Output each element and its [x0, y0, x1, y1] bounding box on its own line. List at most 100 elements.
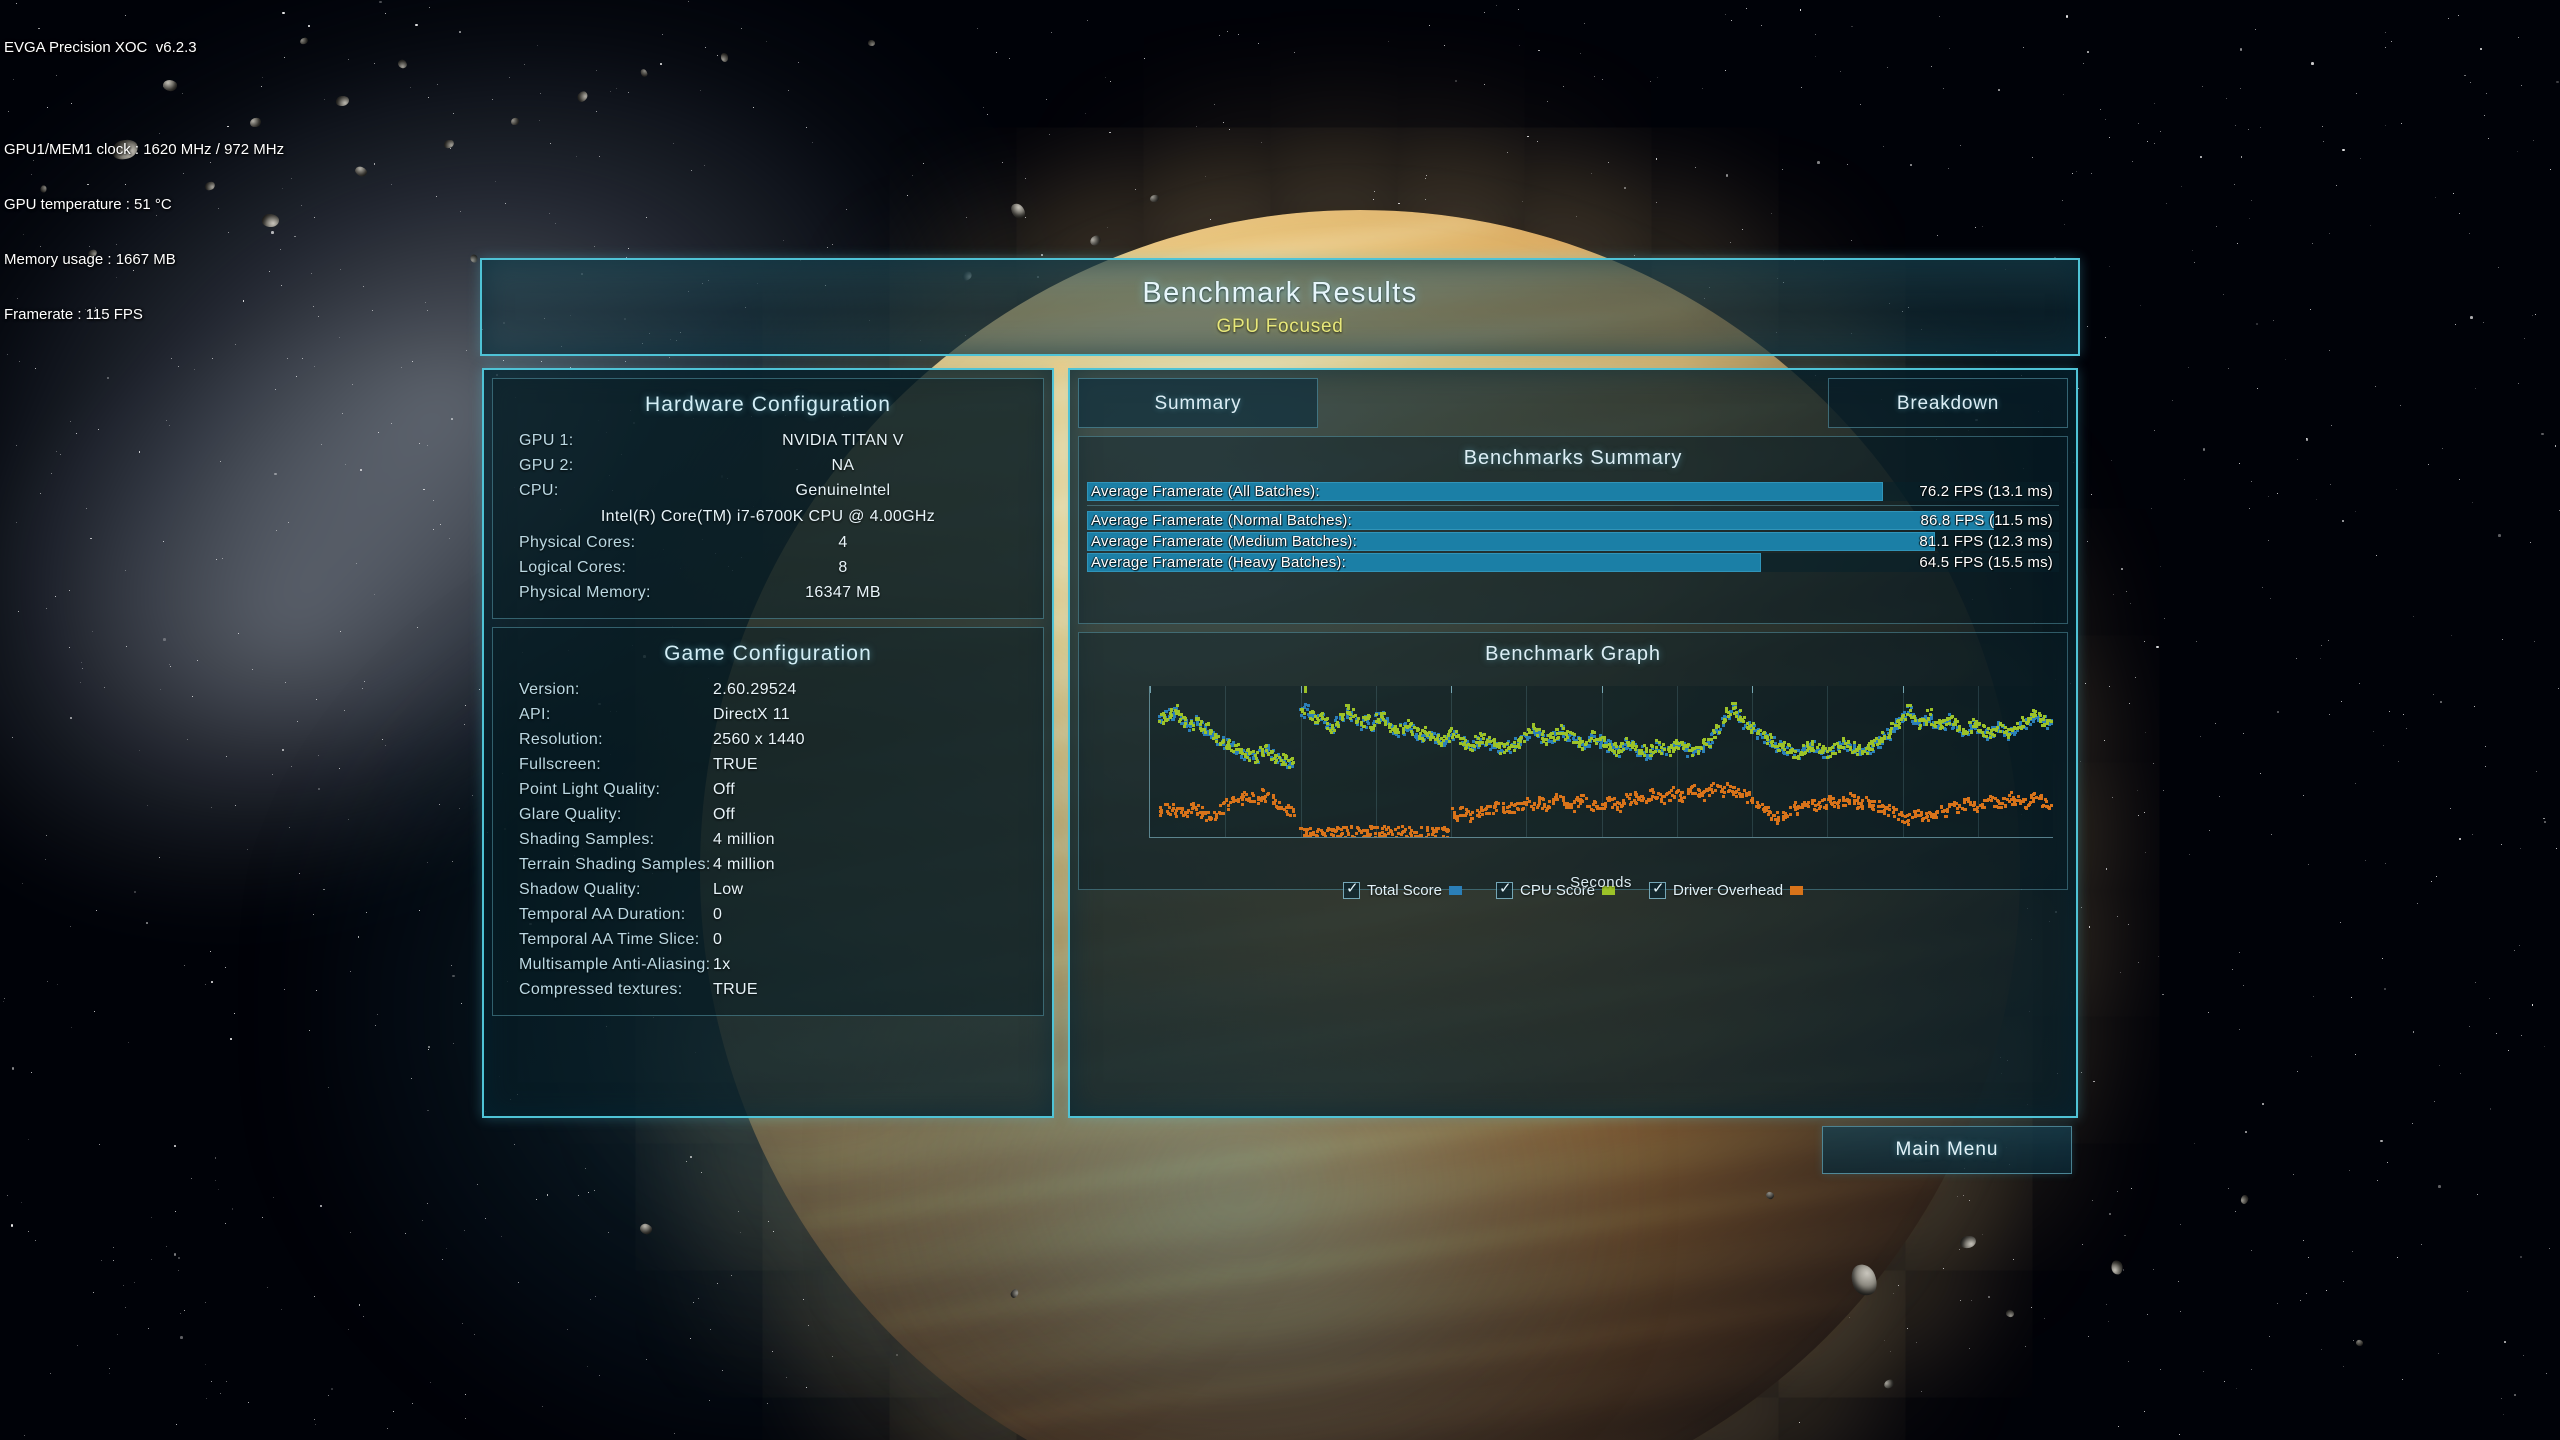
data-point: [1200, 815, 1204, 819]
data-point: [1344, 704, 1348, 708]
hardware-configuration-title: Hardware Configuration: [645, 393, 891, 416]
data-point: [1673, 795, 1677, 799]
data-point: [1545, 809, 1549, 813]
data-point: [1810, 743, 1814, 746]
data-point: [1248, 758, 1252, 762]
data-point: [1206, 810, 1210, 814]
tab-breakdown[interactable]: Breakdown: [1828, 378, 2068, 428]
data-point: [1393, 724, 1397, 728]
data-point: [1461, 806, 1465, 810]
data-point: [1810, 798, 1814, 802]
checkbox-cpu-score[interactable]: [1495, 880, 1513, 899]
data-point: [1806, 801, 1810, 805]
data-point: [1373, 836, 1377, 837]
gridline: [1752, 686, 1753, 837]
osd-memory-usage: Memory usage : 1667 MB: [4, 250, 176, 268]
data-point: [1962, 801, 1966, 805]
data-point: [1757, 729, 1761, 733]
data-point: [1817, 807, 1821, 811]
data-point: [1951, 726, 1955, 730]
data-point: [1221, 812, 1225, 816]
data-point: [1682, 795, 1686, 799]
data-point: [1479, 805, 1483, 809]
data-point: [1718, 731, 1722, 734]
data-point: [2003, 726, 2007, 730]
data-point: [1360, 727, 1364, 731]
data-point: [1908, 704, 1912, 708]
bar-label: Average Framerate (Heavy Batches):: [1091, 554, 1346, 571]
tab-summary[interactable]: Summary: [1078, 378, 1318, 428]
data-point: [1789, 813, 1793, 817]
data-point: [1721, 795, 1725, 799]
data-point: [1502, 809, 1506, 813]
data-point: [1741, 719, 1745, 723]
config-value: 2560 x 1440: [713, 731, 805, 748]
data-point: [2004, 804, 2008, 808]
data-point: [1257, 801, 1261, 805]
data-point: [1605, 744, 1608, 747]
data-point: [1564, 737, 1568, 741]
data-point: [1380, 827, 1384, 831]
main-menu-button[interactable]: Main Menu: [1822, 1126, 2072, 1174]
data-point: [1404, 724, 1408, 728]
data-point: [1253, 799, 1257, 803]
data-point: [1519, 740, 1523, 744]
data-point: [1164, 802, 1168, 806]
data-point: [1836, 804, 1840, 808]
hardware-rows: GPU 1: NVIDIA TITAN V GPU 2: NA CPU: GenuineI…: [493, 429, 1043, 504]
data-point: [1361, 724, 1365, 728]
data-point: [1841, 745, 1845, 749]
data-point: [1559, 795, 1563, 799]
data-point: [1991, 796, 1995, 799]
data-point: [1190, 811, 1193, 815]
data-point: [1711, 791, 1715, 795]
data-point: [1433, 738, 1437, 742]
data-point: [1693, 792, 1697, 796]
data-point: [1788, 805, 1792, 809]
checkbox-total-score[interactable]: [1342, 880, 1360, 899]
data-point: [1204, 730, 1207, 734]
game-configuration-title: Game Configuration: [664, 642, 872, 665]
data-point: [1836, 742, 1840, 746]
data-point: [1676, 747, 1680, 750]
cpu-detail-value: Intel(R) Core(TM) i7-6700K CPU @ 4.00GHz: [600, 508, 936, 525]
data-point: [1270, 757, 1273, 761]
data-point: [1474, 741, 1478, 745]
data-point: [1831, 796, 1835, 800]
data-point: [1158, 813, 1162, 817]
data-point: [1942, 718, 1945, 722]
data-point: [1454, 814, 1458, 818]
data-point: [1707, 794, 1711, 798]
data-point: [1957, 727, 1961, 731]
data-point: [1724, 709, 1728, 713]
data-point: [1971, 717, 1975, 721]
data-point: [1746, 721, 1750, 725]
bar-divider: [1087, 505, 2059, 506]
data-point: [1686, 743, 1690, 747]
game-row: Multisample Anti-Aliasing: 1x: [493, 953, 1043, 978]
data-point: [1708, 745, 1712, 749]
data-point: [1278, 800, 1282, 804]
data-point: [1726, 714, 1730, 718]
data-point: [1396, 831, 1400, 835]
data-point: [1642, 753, 1646, 757]
data-point: [1588, 745, 1592, 749]
framerate-bars: Average Framerate (All Batches): 76.2 FPS…: [1079, 482, 2067, 572]
data-point: [1603, 807, 1606, 810]
data-point: [1394, 828, 1398, 832]
data-point: [1679, 796, 1683, 800]
bar-label: Average Framerate (All Batches):: [1091, 483, 1320, 500]
config-value: 4: [838, 534, 848, 551]
config-key: Physical Memory:: [519, 584, 651, 601]
data-point: [1561, 726, 1565, 730]
data-point: [1580, 793, 1583, 797]
data-point: [1541, 729, 1545, 733]
data-point: [1239, 796, 1243, 800]
data-point: [1369, 833, 1372, 837]
game-row: Resolution: 2560 x 1440: [493, 728, 1043, 753]
data-point: [1620, 749, 1623, 753]
data-point: [1775, 745, 1779, 749]
data-point: [1855, 806, 1859, 810]
checkbox-driver-overhead[interactable]: [1649, 880, 1667, 899]
data-point: [1228, 746, 1232, 750]
